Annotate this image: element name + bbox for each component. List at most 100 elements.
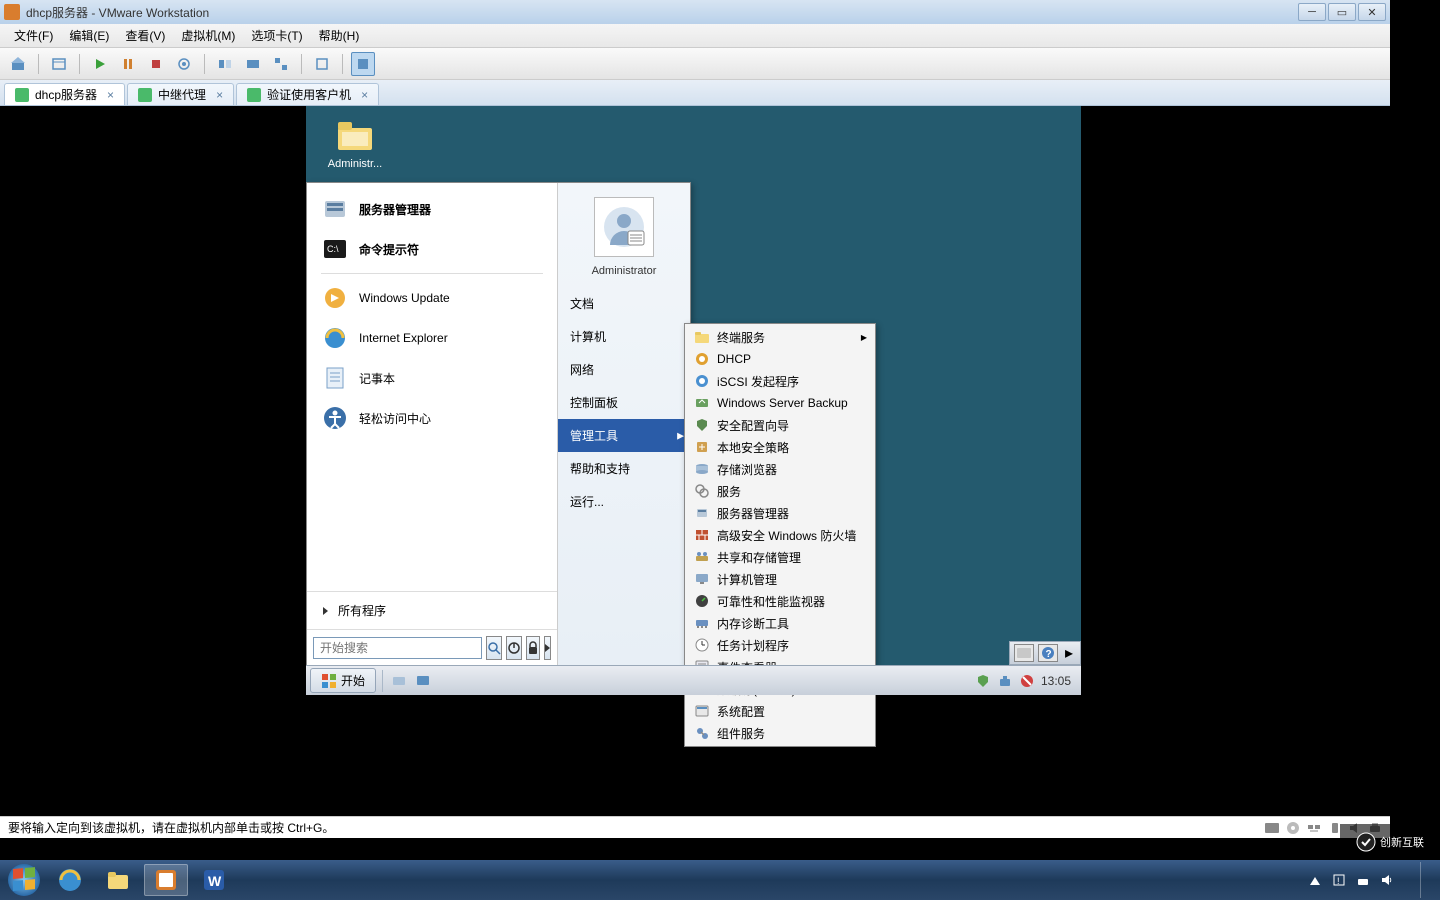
tray-security-icon[interactable] [975, 673, 991, 689]
start-all-programs[interactable]: 所有程序 [307, 591, 557, 629]
tray-help-icon[interactable]: ? [1038, 644, 1058, 662]
menu-file[interactable]: 文件(F) [6, 25, 61, 46]
menu-tabs[interactable]: 选项卡(T) [243, 25, 310, 46]
ie-icon [321, 324, 349, 352]
desktop-icon-administrator[interactable]: Administr... [318, 112, 392, 170]
lock-button[interactable] [526, 636, 540, 660]
close-icon[interactable]: × [361, 88, 368, 102]
tab-dhcp-server[interactable]: dhcp服务器 × [4, 83, 125, 105]
user-picture[interactable] [594, 197, 654, 257]
tab-relay-agent[interactable]: 中继代理 × [127, 83, 234, 105]
menu-edit[interactable]: 编辑(E) [61, 25, 117, 46]
security-wizard-icon [693, 416, 711, 434]
submenu-services[interactable]: 服务 [685, 480, 875, 502]
start-item-label: Internet Explorer [359, 331, 448, 345]
submenu-task-scheduler[interactable]: 任务计划程序 [685, 634, 875, 656]
toolbar-power-off[interactable] [144, 52, 168, 76]
start-right-documents[interactable]: 文档 [558, 287, 690, 320]
submenu-component-services[interactable]: 组件服务 [685, 722, 875, 744]
host-task-ie[interactable] [48, 864, 92, 896]
submenu-perf-monitor[interactable]: 可靠性和性能监视器 [685, 590, 875, 612]
submenu-label: 本地安全策略 [717, 439, 789, 456]
start-item-windows-update[interactable]: Windows Update [311, 278, 553, 318]
submenu-dhcp[interactable]: DHCP [685, 348, 875, 370]
dhcp-icon [693, 350, 711, 368]
power-button[interactable] [506, 636, 522, 660]
tray-expand-icon[interactable]: ▸ [1062, 644, 1076, 662]
host-tray-network-icon[interactable] [1356, 873, 1370, 887]
device-network-icon[interactable] [1306, 821, 1322, 835]
start-item-ie[interactable]: Internet Explorer [311, 318, 553, 358]
host-tray-volume-icon[interactable] [1380, 873, 1394, 887]
toolbar-unity[interactable] [269, 52, 293, 76]
guest-desktop[interactable]: Administr... 服务器管理器 C:\ 命令提示符 [306, 106, 1081, 695]
toolbar-snapshot[interactable] [172, 52, 196, 76]
start-button[interactable]: 开始 [310, 668, 376, 693]
minimize-button[interactable]: ─ [1298, 3, 1326, 21]
submenu-terminal-services[interactable]: 终端服务▶ [685, 326, 875, 348]
start-right-network[interactable]: 网络 [558, 353, 690, 386]
submenu-storage-browser[interactable]: 存储浏览器 [685, 458, 875, 480]
menu-view[interactable]: 查看(V) [117, 25, 173, 46]
start-right-control-panel[interactable]: 控制面板 [558, 386, 690, 419]
watermark-logo-icon [1356, 832, 1376, 852]
start-item-label: 命令提示符 [359, 241, 419, 258]
quick-launch-show-desktop[interactable] [413, 671, 433, 691]
start-item-notepad[interactable]: 记事本 [311, 358, 553, 398]
close-icon[interactable]: × [107, 88, 114, 102]
tray-keyboard-icon[interactable] [1014, 644, 1034, 662]
host-tray-notifications-icon[interactable] [1308, 873, 1322, 887]
device-cd-icon[interactable] [1286, 821, 1300, 835]
toolbar-home[interactable] [6, 52, 30, 76]
host-tray-action-center-icon[interactable]: ! [1332, 873, 1346, 887]
start-right-admin-tools[interactable]: 管理工具 ▶ [558, 419, 690, 452]
submenu-security-wizard[interactable]: 安全配置向导 [685, 414, 875, 436]
submenu-memory-diag[interactable]: 内存诊断工具 [685, 612, 875, 634]
submenu-share-storage[interactable]: 共享和存储管理 [685, 546, 875, 568]
show-desktop-button[interactable] [1420, 862, 1430, 898]
submenu-local-security[interactable]: 本地安全策略 [685, 436, 875, 458]
close-button[interactable]: ✕ [1358, 3, 1386, 21]
toolbar-active-mode[interactable] [351, 52, 375, 76]
toolbar-console-view[interactable] [241, 52, 265, 76]
tray-network-icon[interactable] [997, 673, 1013, 689]
toolbar-library[interactable] [47, 52, 71, 76]
submenu-msconfig[interactable]: 系统配置 [685, 700, 875, 722]
start-search-input[interactable] [313, 637, 482, 659]
submenu-server-manager[interactable]: 服务器管理器 [685, 502, 875, 524]
search-button[interactable] [486, 636, 502, 660]
host-start-button[interactable] [2, 862, 46, 898]
device-hdd-icon[interactable] [1264, 821, 1280, 835]
host-task-vmware[interactable] [144, 864, 188, 896]
submenu-label: 内存诊断工具 [717, 615, 789, 632]
host-task-explorer[interactable] [96, 864, 140, 896]
submenu-label: DHCP [717, 352, 751, 366]
start-item-ease-access[interactable]: 轻松访问中心 [311, 398, 553, 438]
tray-blocked-icon[interactable] [1019, 673, 1035, 689]
submenu-computer-mgmt[interactable]: 计算机管理 [685, 568, 875, 590]
toolbar-suspend[interactable] [116, 52, 140, 76]
quick-launch-server-manager[interactable] [389, 671, 409, 691]
power-options-button[interactable] [544, 636, 551, 660]
host-task-word[interactable]: W [192, 864, 236, 896]
toolbar-fullscreen[interactable] [310, 52, 334, 76]
toolbar-power-on[interactable] [88, 52, 112, 76]
start-item-cmd[interactable]: C:\ 命令提示符 [311, 229, 553, 269]
start-right-run[interactable]: 运行... [558, 485, 690, 518]
submenu-backup[interactable]: Windows Server Backup [685, 392, 875, 414]
start-item-server-manager[interactable]: 服务器管理器 [311, 189, 553, 229]
vm-viewport[interactable]: Administr... 服务器管理器 C:\ 命令提示符 [0, 106, 1390, 816]
submenu-firewall[interactable]: 高级安全 Windows 防火墙 [685, 524, 875, 546]
start-right-help[interactable]: 帮助和支持 [558, 452, 690, 485]
menu-vm[interactable]: 虚拟机(M) [173, 25, 243, 46]
submenu-iscsi[interactable]: iSCSI 发起程序 [685, 370, 875, 392]
svg-text:!: ! [1337, 876, 1340, 886]
guest-clock[interactable]: 13:05 [1041, 674, 1071, 688]
toolbar-split-view[interactable] [213, 52, 237, 76]
tab-client[interactable]: 验证使用客户机 × [236, 83, 379, 105]
start-right-computer[interactable]: 计算机 [558, 320, 690, 353]
maximize-button[interactable]: ▭ [1328, 3, 1356, 21]
all-programs-label: 所有程序 [338, 602, 386, 619]
close-icon[interactable]: × [216, 88, 223, 102]
menu-help[interactable]: 帮助(H) [311, 25, 368, 46]
